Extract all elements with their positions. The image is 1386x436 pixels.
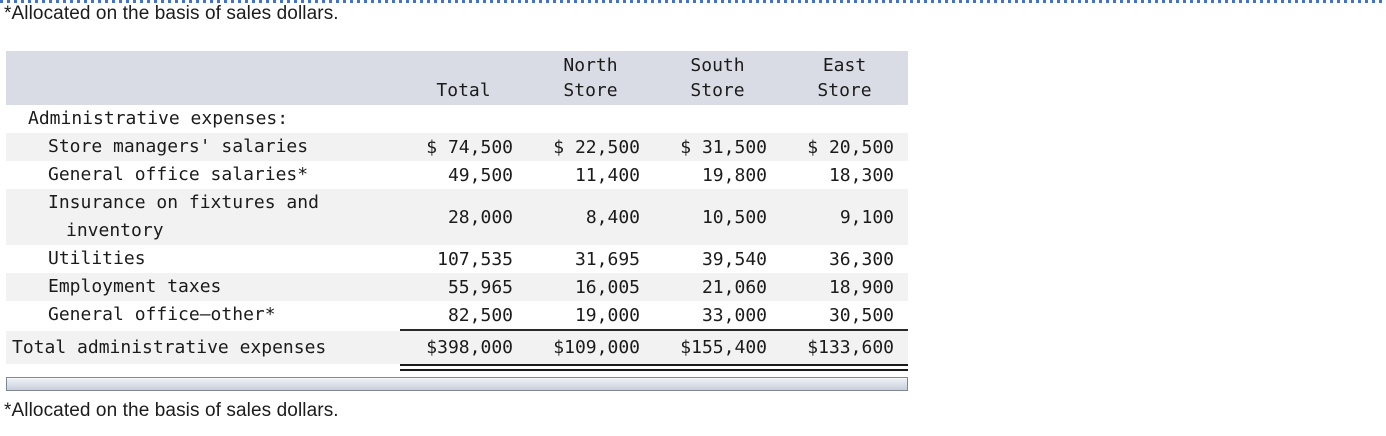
- cell-north: 8,400: [585, 206, 640, 228]
- cell-north: $ 22,500: [553, 136, 640, 158]
- footnote-top: *Allocated on the basis of sales dollars…: [4, 3, 339, 24]
- column-header-east-store: East Store: [817, 55, 872, 101]
- cell-total: 55,965: [447, 276, 513, 298]
- cell-north: 16,005: [574, 276, 640, 298]
- cell-north: 31,695: [574, 248, 640, 270]
- cell-total: 49,500: [447, 164, 513, 186]
- cell-east: 18,900: [828, 276, 894, 298]
- cell-north: 11,400: [574, 164, 640, 186]
- horizontal-scrollbar[interactable]: [6, 377, 908, 391]
- grand-total-double-rule: [400, 364, 908, 371]
- cell-east: $133,600: [807, 337, 894, 358]
- column-header-south-store: South Store: [690, 55, 745, 101]
- column-header-north-store: North Store: [563, 55, 618, 101]
- cell-total: 107,535: [437, 248, 513, 270]
- row-label: Employment taxes: [48, 276, 222, 297]
- cell-south: 39,540: [701, 248, 767, 270]
- cell-south: 21,060: [701, 276, 767, 298]
- row-label: Store managers' salaries: [48, 136, 309, 157]
- cell-south: 33,000: [701, 304, 767, 326]
- row-insurance-on-fixtures-and-inventory: Insurance on fixtures and inventory 28,0…: [6, 189, 908, 245]
- row-label: General office–other*: [48, 304, 276, 325]
- section-row-administrative-expenses: Administrative expenses:: [6, 105, 908, 133]
- section-header-label: Administrative expenses:: [28, 108, 289, 129]
- cell-south: 10,500: [701, 206, 767, 228]
- cell-east: 36,300: [828, 248, 894, 270]
- column-header-total: Total: [436, 80, 491, 101]
- row-general-office-salaries: General office salaries* 49,500 11,400 1…: [6, 161, 908, 189]
- cell-total: $ 74,500: [426, 136, 513, 158]
- admin-expense-table: Total North Store South Store East Store…: [6, 51, 908, 371]
- row-utilities: Utilities 107,535 31,695 39,540 36,300: [6, 245, 908, 273]
- row-label: Utilities: [48, 248, 146, 269]
- cell-total: $398,000: [426, 337, 513, 358]
- cell-north: 19,000: [574, 304, 640, 326]
- cell-east: 30,500: [828, 304, 894, 326]
- table-header-row: Total North Store South Store East Store: [6, 51, 908, 105]
- cell-total: 82,500: [447, 304, 513, 326]
- footnote-bottom: *Allocated on the basis of sales dollars…: [4, 400, 339, 421]
- cell-east: $ 20,500: [807, 136, 894, 158]
- row-store-managers-salaries: Store managers' salaries $ 74,500 $ 22,5…: [6, 133, 908, 161]
- cell-south: $155,400: [680, 337, 767, 358]
- cell-east: 18,300: [828, 164, 894, 186]
- cell-east: 9,100: [839, 206, 894, 228]
- cell-total: 28,000: [447, 206, 513, 228]
- cell-south: 19,800: [701, 164, 767, 186]
- row-general-office-other: General office–other* 82,500 19,000 33,0…: [6, 301, 908, 329]
- cell-south: $ 31,500: [680, 136, 767, 158]
- total-row-label: Total administrative expenses: [12, 336, 327, 358]
- row-total-administrative-expenses: Total administrative expenses $398,000 $…: [6, 331, 908, 364]
- row-label: Insurance on fixtures and inventory: [48, 192, 319, 241]
- row-employment-taxes: Employment taxes 55,965 16,005 21,060 18…: [6, 273, 908, 301]
- cell-north: $109,000: [553, 337, 640, 358]
- report-page: *Allocated on the basis of sales dollars…: [0, 0, 1386, 436]
- row-label: General office salaries*: [48, 164, 309, 185]
